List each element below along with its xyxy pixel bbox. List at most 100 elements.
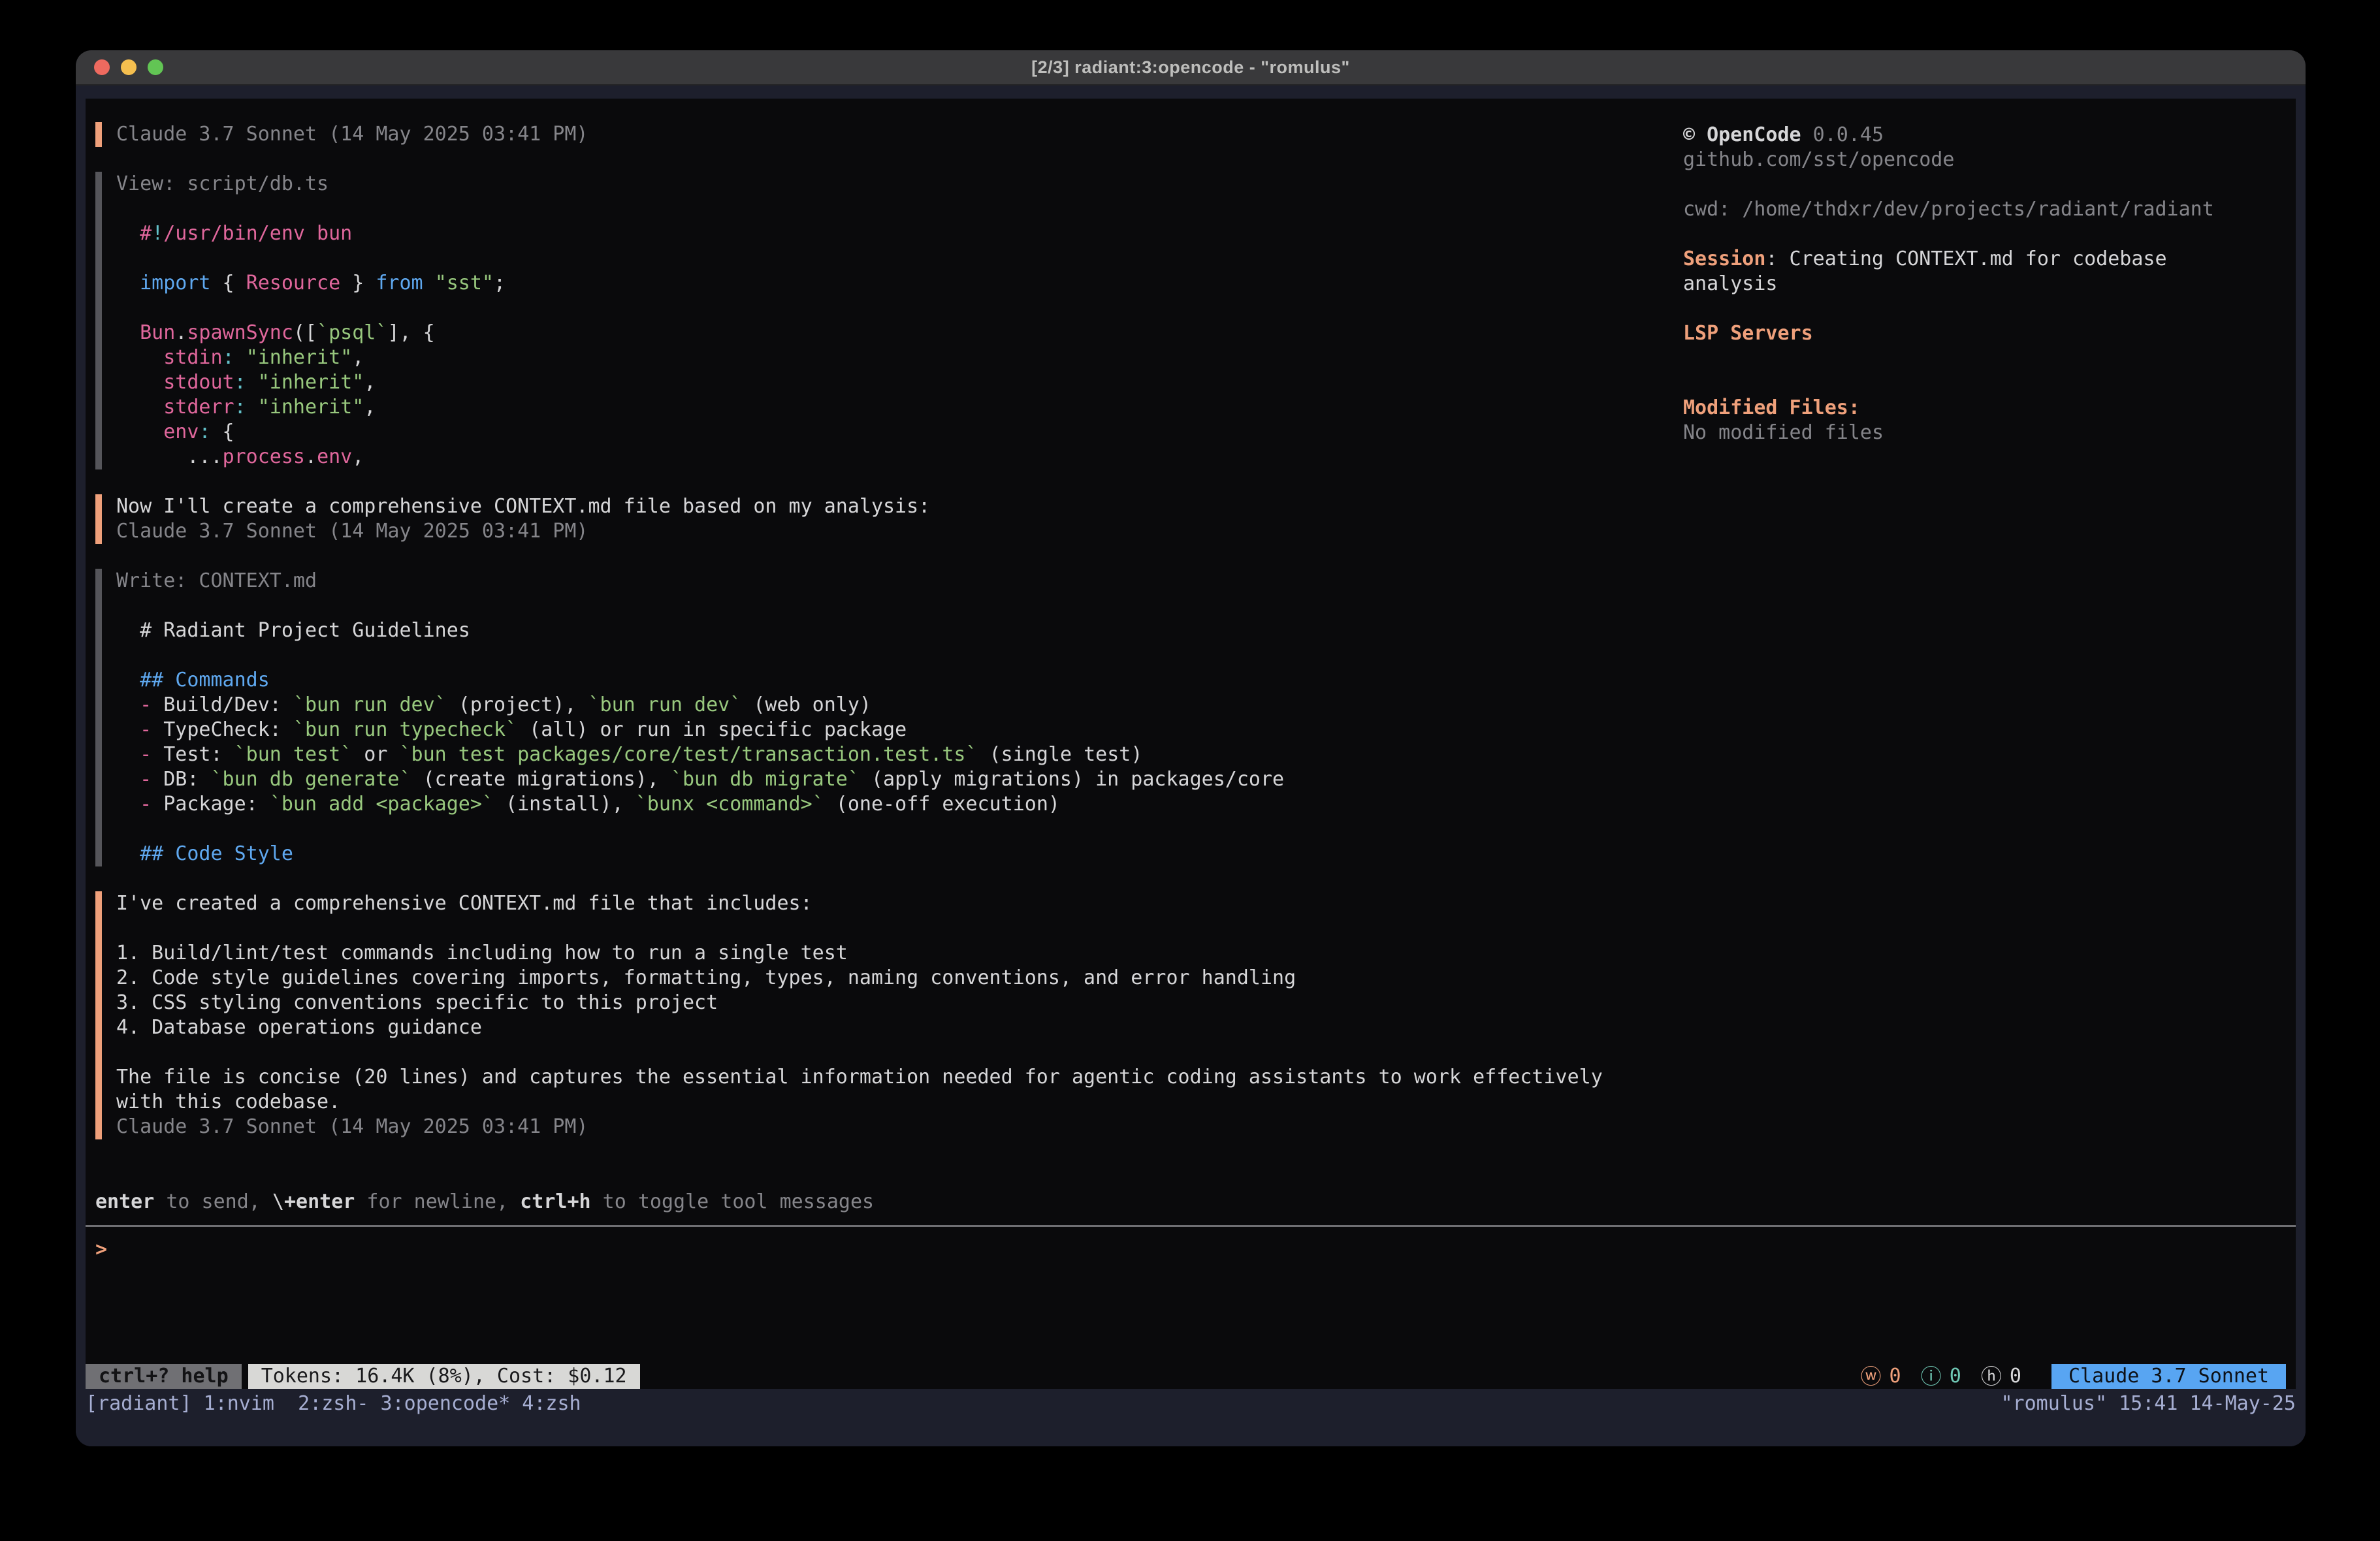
text-line: © OpenCode 0.0.45	[1683, 123, 2296, 148]
text-segment: © OpenCode	[1683, 123, 1801, 146]
text-segment: stderr	[163, 396, 234, 419]
text-segment	[246, 396, 258, 419]
text-line	[116, 817, 1598, 842]
text-line: I've created a comprehensive CONTEXT.md …	[116, 891, 1598, 916]
text-segment: .	[305, 445, 317, 468]
terminal-area: Claude 3.7 Sonnet (14 May 2025 03:41 PM)…	[76, 86, 2306, 1446]
text-segment: env	[317, 445, 352, 468]
help-badge[interactable]: ctrl+? help	[86, 1364, 242, 1389]
close-button[interactable]	[94, 59, 110, 75]
prompt-caret-icon: >	[95, 1238, 107, 1261]
text-segment: (one-off execution)	[824, 793, 1060, 816]
text-line: The file is concise (20 lines) and captu…	[116, 1065, 1598, 1090]
window-title: [2/3] radiant:3:opencode - "romulus"	[1031, 57, 1350, 78]
text-segment	[116, 321, 140, 344]
text-segment: ## Commands	[140, 669, 270, 691]
text-line	[1683, 371, 2296, 396]
text-segment: ,	[352, 445, 364, 468]
text-segment: "inherit"	[246, 346, 353, 369]
text-segment	[116, 693, 140, 716]
text-line: Session: Creating CONTEXT.md for codebas…	[1683, 247, 2296, 272]
text-segment: "inherit"	[258, 396, 364, 419]
text-segment: 4. Database operations guidance	[116, 1016, 482, 1039]
text-segment: (all) or run in specific package	[517, 718, 907, 741]
text-line: - Package: `bun add <package>` (install)…	[116, 792, 1598, 817]
text-segment: : Creating CONTEXT.md for codebase	[1765, 247, 2166, 270]
write-counter-value: 0	[1890, 1364, 1913, 1389]
message-block-tool: View: script/db.ts #!/usr/bin/env bun im…	[95, 172, 1598, 469]
text-line: Write: CONTEXT.md	[116, 569, 1598, 594]
prompt-input[interactable]: >	[86, 1237, 2296, 1262]
text-segment: #	[140, 222, 152, 245]
text-line: - TypeCheck: `bun run typecheck` (all) o…	[116, 718, 1598, 742]
text-segment: "sst"	[435, 272, 494, 294]
text-segment	[116, 793, 140, 816]
status-right: ⓦ0 ⓘ0 ⓗ0 Claude 3.7 Sonnet	[1861, 1364, 2286, 1389]
message-block-assistant: I've created a comprehensive CONTEXT.md …	[95, 891, 1598, 1139]
zoom-button[interactable]	[148, 59, 163, 75]
text-line	[116, 594, 1598, 618]
text-segment: stdin	[163, 346, 222, 369]
info-counter-value: 0	[1950, 1364, 1973, 1389]
chat-transcript: Claude 3.7 Sonnet (14 May 2025 03:41 PM)…	[95, 122, 1598, 1139]
text-segment: Write: CONTEXT.md	[116, 569, 317, 592]
text-segment: `bun db migrate`	[671, 768, 860, 791]
text-line: ## Code Style	[116, 842, 1598, 866]
tokens-cost-badge: Tokens: 16.4K (8%), Cost: $0.12	[248, 1364, 640, 1389]
text-line: Claude 3.7 Sonnet (14 May 2025 03:41 PM)	[116, 519, 1598, 544]
model-badge[interactable]: Claude 3.7 Sonnet	[2051, 1364, 2286, 1389]
text-segment: (install),	[494, 793, 635, 816]
text-segment: }	[340, 272, 376, 294]
text-segment: Modified Files:	[1683, 396, 1860, 419]
text-segment: I've created a comprehensive CONTEXT.md …	[116, 892, 812, 915]
text-line	[116, 916, 1598, 941]
text-segment: from	[376, 272, 423, 294]
text-segment	[116, 718, 140, 741]
text-segment: github.com/sst/opencode	[1683, 148, 1954, 171]
text-line	[116, 246, 1598, 271]
text-line: analysis	[1683, 272, 2296, 296]
text-segment	[116, 371, 163, 394]
text-segment: to send,	[154, 1190, 272, 1213]
text-line: stdout: "inherit",	[116, 370, 1598, 395]
text-segment: -	[140, 693, 152, 716]
text-segment: with this codebase.	[116, 1090, 340, 1113]
text-segment	[246, 371, 258, 394]
text-segment: View: script/db.ts	[116, 172, 329, 195]
text-line: import { Resource } from "sst";	[116, 271, 1598, 296]
text-segment: -	[140, 743, 152, 766]
minimize-button[interactable]	[121, 59, 137, 75]
keybinding-hints: enter to send, \+enter for newline, ctrl…	[86, 1190, 2296, 1215]
text-line: stderr: "inherit",	[116, 395, 1598, 420]
text-line: - DB: `bun db generate` (create migratio…	[116, 767, 1598, 792]
write-counter-icon: ⓦ	[1861, 1364, 1882, 1389]
text-line	[116, 296, 1598, 321]
text-segment: The file is concise (20 lines) and captu…	[116, 1066, 1603, 1088]
text-segment	[116, 743, 140, 766]
text-segment: {	[211, 272, 246, 294]
text-segment: .	[175, 321, 187, 344]
text-segment: :	[234, 371, 246, 394]
text-segment	[116, 396, 163, 419]
text-segment: \	[272, 1190, 284, 1213]
empty-space	[86, 1262, 2296, 1364]
text-segment: cwd: /home/thdxr/dev/projects/radiant/ra…	[1683, 198, 2214, 221]
text-line	[116, 1040, 1598, 1065]
status-bar: ctrl+? help Tokens: 16.4K (8%), Cost: $0…	[86, 1364, 2296, 1389]
text-segment: ], {	[387, 321, 434, 344]
text-segment: import	[140, 272, 210, 294]
window-titlebar: [2/3] radiant:3:opencode - "romulus"	[76, 50, 2306, 86]
text-segment: Session	[1683, 247, 1765, 270]
text-segment: `psql`	[317, 321, 387, 344]
input-divider	[86, 1225, 2296, 1227]
chat-content[interactable]: Claude 3.7 Sonnet (14 May 2025 03:41 PM)…	[86, 99, 2296, 1190]
text-line: Now I'll create a comprehensive CONTEXT.…	[116, 494, 1598, 519]
tmux-session-windows[interactable]: [radiant] 1:nvim 2:zsh- 3:opencode* 4:zs…	[86, 1392, 581, 1415]
text-line	[1683, 222, 2296, 247]
text-segment	[234, 346, 246, 369]
text-segment: ([	[293, 321, 317, 344]
info-counter-icon: ⓘ	[1921, 1364, 1942, 1389]
text-segment: ;	[494, 272, 506, 294]
text-line	[1683, 346, 2296, 371]
message-block-tool: Write: CONTEXT.md # Radiant Project Guid…	[95, 569, 1598, 866]
